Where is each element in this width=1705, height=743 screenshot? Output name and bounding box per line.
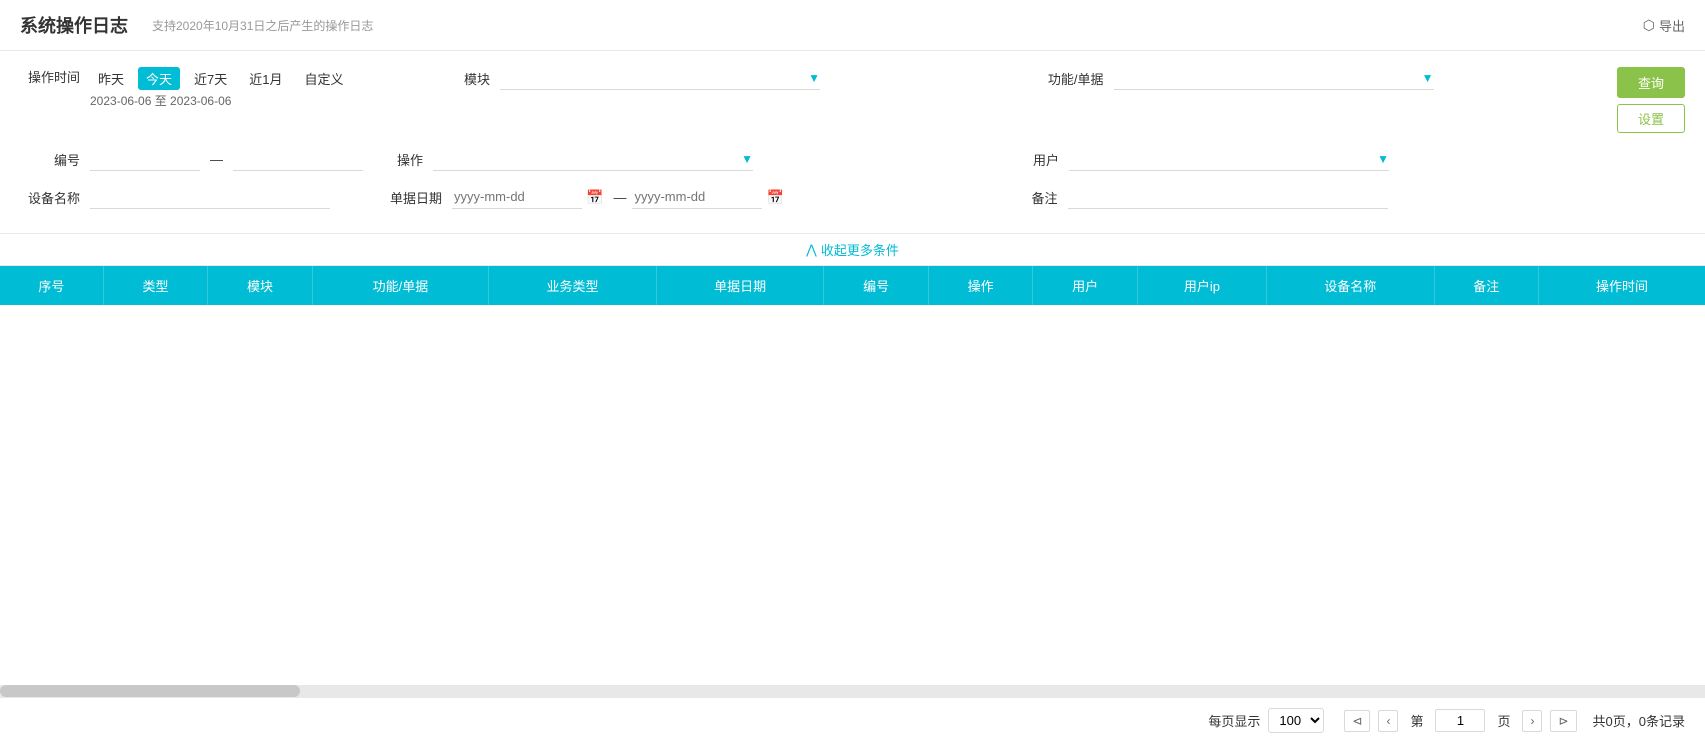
page-suffix: 页: [1497, 711, 1510, 730]
filter-row-2: 编号 — 操作 ▼ 用户 ▼: [20, 147, 1685, 171]
time-option-yesterday[interactable]: 昨天: [90, 67, 132, 90]
col-device: 设备名称: [1266, 266, 1434, 305]
export-label: 导出: [1659, 16, 1685, 35]
date-separator: —: [607, 190, 632, 205]
col-type: 类型: [103, 266, 207, 305]
time-label: 操作时间: [20, 67, 90, 86]
filter-area: 操作时间 昨天 今天 近7天 近1月 自定义 2023-06-06 至 2023…: [0, 51, 1705, 234]
export-icon: ⬡: [1643, 17, 1655, 34]
page-size-select[interactable]: 100 50 20: [1268, 708, 1324, 733]
function-label: 功能/单据: [1044, 69, 1114, 88]
code-to-input[interactable]: [233, 147, 363, 171]
time-option-today[interactable]: 今天: [138, 67, 180, 90]
time-option-7days[interactable]: 近7天: [186, 67, 235, 90]
col-user: 用户: [1033, 266, 1137, 305]
date-from-input[interactable]: [452, 185, 582, 209]
remark-input[interactable]: [1068, 185, 1388, 209]
per-page-label: 每页显示: [1208, 711, 1260, 730]
function-select[interactable]: ▼: [1114, 67, 1434, 90]
module-select[interactable]: ▼: [500, 67, 820, 90]
table-header-row: 序号 类型 模块 功能/单据 业务类型 单据日期 编号 操作 用户 用户ip 设…: [0, 266, 1705, 305]
code-label: 编号: [20, 150, 90, 169]
scrollbar-thumb: [0, 685, 300, 697]
calendar-to-icon[interactable]: 📅: [766, 189, 783, 206]
settings-button[interactable]: 设置: [1617, 104, 1685, 133]
last-page-button[interactable]: ⊳: [1550, 710, 1576, 732]
code-from-input[interactable]: [90, 147, 200, 171]
date-range-display: 2023-06-06 至 2023-06-06: [90, 92, 430, 109]
col-biz-type: 业务类型: [489, 266, 657, 305]
page-wrapper: 系统操作日志 支持2020年10月31日之后产生的操作日志 ⬡ 导出 操作时间 …: [0, 0, 1705, 743]
table-wrapper: 序号 类型 模块 功能/单据 业务类型 单据日期 编号 操作 用户 用户ip 设…: [0, 266, 1705, 685]
time-option-custom[interactable]: 自定义: [297, 67, 352, 90]
function-chevron-icon: ▼: [1422, 71, 1434, 85]
prev-page-button[interactable]: ‹: [1378, 710, 1398, 732]
page-prefix: 第: [1410, 711, 1423, 730]
page-subtitle: 支持2020年10月31日之后产生的操作日志: [152, 17, 373, 34]
calendar-from-icon[interactable]: 📅: [586, 189, 603, 206]
date-to-input[interactable]: [632, 185, 762, 209]
time-option-1month[interactable]: 近1月: [241, 67, 290, 90]
col-function: 功能/单据: [312, 266, 488, 305]
page-summary: 共0页，0条记录: [1593, 711, 1685, 730]
code-dash: —: [200, 152, 233, 167]
horizontal-scrollbar[interactable]: [0, 685, 1705, 697]
voucher-date-label: 单据日期: [390, 188, 452, 207]
time-options-row: 昨天 今天 近7天 近1月 自定义: [90, 67, 430, 90]
filter-row-3: 设备名称 单据日期 📅 — 📅 备注: [20, 185, 1685, 209]
col-voucher-date: 单据日期: [656, 266, 824, 305]
module-chevron-icon: ▼: [808, 71, 820, 85]
col-operation: 操作: [928, 266, 1032, 305]
page-title: 系统操作日志: [20, 12, 128, 38]
operation-chevron-icon: ▼: [741, 152, 753, 166]
action-buttons: 查询 设置: [1617, 67, 1685, 133]
query-button[interactable]: 查询: [1617, 67, 1685, 98]
next-page-button[interactable]: ›: [1522, 710, 1542, 732]
user-label: 用户: [999, 150, 1069, 169]
col-user-ip: 用户ip: [1137, 266, 1266, 305]
module-label: 模块: [460, 69, 500, 88]
col-index: 序号: [0, 266, 103, 305]
col-op-time: 操作时间: [1539, 266, 1705, 305]
first-page-button[interactable]: ⊲: [1344, 710, 1370, 732]
page-number-input[interactable]: [1435, 709, 1485, 732]
data-table: 序号 类型 模块 功能/单据 业务类型 单据日期 编号 操作 用户 用户ip 设…: [0, 266, 1705, 305]
remark-label: 备注: [998, 188, 1068, 207]
operation-label: 操作: [393, 150, 433, 169]
filter-row-1: 操作时间 昨天 今天 近7天 近1月 自定义 2023-06-06 至 2023…: [20, 67, 1685, 133]
device-input[interactable]: [90, 185, 330, 209]
user-select[interactable]: ▼: [1069, 148, 1389, 171]
page-header: 系统操作日志 支持2020年10月31日之后产生的操作日志 ⬡ 导出: [0, 0, 1705, 51]
col-remark: 备注: [1434, 266, 1538, 305]
collapse-chevron-icon: ⋀: [806, 242, 817, 258]
col-module: 模块: [208, 266, 312, 305]
time-filter-block: 昨天 今天 近7天 近1月 自定义 2023-06-06 至 2023-06-0…: [90, 67, 430, 109]
collapse-label: 收起更多条件: [821, 240, 899, 259]
pagination-bar: 每页显示 100 50 20 ⊲ ‹ 第 页 › ⊳ 共0页，0条记录: [0, 697, 1705, 743]
export-button[interactable]: ⬡ 导出: [1643, 16, 1685, 35]
operation-select[interactable]: ▼: [433, 148, 753, 171]
col-code: 编号: [824, 266, 928, 305]
device-label: 设备名称: [20, 188, 90, 207]
user-chevron-icon: ▼: [1377, 152, 1389, 166]
collapse-bar[interactable]: ⋀ 收起更多条件: [0, 234, 1705, 266]
